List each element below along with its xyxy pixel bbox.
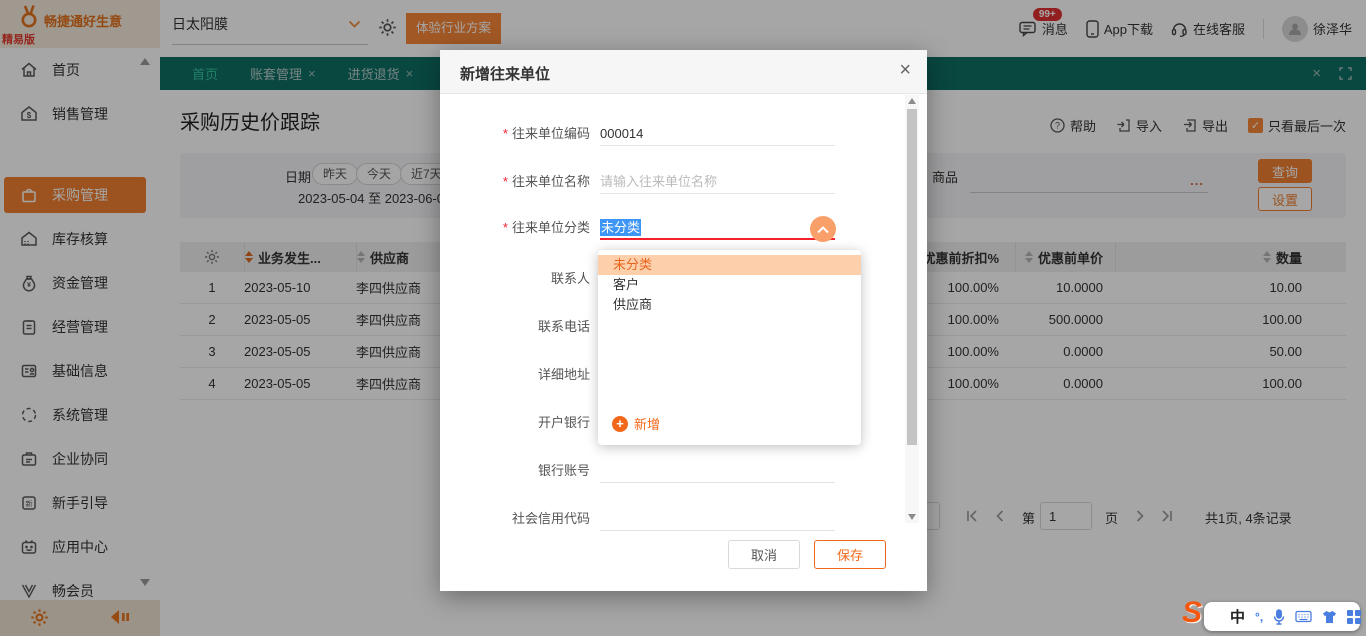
ime-punctuation-icon[interactable]: °, <box>1255 610 1263 624</box>
category-dropdown: 未分类 客户 供应商 + 新增 <box>598 250 861 445</box>
save-button[interactable]: 保存 <box>814 540 886 569</box>
keyboard-icon[interactable] <box>1295 610 1312 623</box>
skin-shirt-icon[interactable] <box>1322 610 1337 624</box>
app: 畅捷通好生意 精易版 日太阳膜 体验行业方案 消息 99+ App下载 在线客服… <box>0 0 1366 636</box>
dropdown-add-button[interactable]: + 新增 <box>612 414 660 433</box>
plus-icon: + <box>612 415 628 432</box>
required-marker: * <box>502 220 508 235</box>
partner-code-input[interactable]: 000014 <box>600 122 835 146</box>
ime-language-toggle[interactable]: 中 <box>1230 606 1245 627</box>
required-marker: * <box>502 174 508 189</box>
required-marker: * <box>502 126 508 141</box>
field-partner-category: * 往来单位分类 未分类 <box>440 216 927 242</box>
add-partner-modal: 新增往来单位 × * 往来单位编码 000014 * 往来单位名称 请输入往来单位名… <box>440 50 927 591</box>
category-collapse-button[interactable] <box>810 216 836 242</box>
sogou-logo-icon[interactable]: S <box>1182 596 1202 630</box>
partner-name-input[interactable]: 请输入往来单位名称 <box>600 170 835 194</box>
ime-menu-grid-icon[interactable] <box>1347 609 1362 624</box>
scroll-down-icon[interactable] <box>908 514 916 520</box>
credit-code-input[interactable] <box>600 507 835 531</box>
field-partner-name: * 往来单位名称 请输入往来单位名称 <box>440 170 927 194</box>
microphone-icon[interactable] <box>1273 608 1285 625</box>
dropdown-option-supplier[interactable]: 供应商 <box>598 295 861 315</box>
selected-text: 未分类 <box>600 219 642 236</box>
modal-close-icon[interactable]: × <box>899 59 911 82</box>
scroll-up-icon[interactable] <box>908 98 916 104</box>
modal-scrollbar[interactable] <box>905 95 919 523</box>
ime-toolbar: S 中 °, <box>1182 596 1362 631</box>
dropdown-option-uncategorized[interactable]: 未分类 <box>598 255 861 275</box>
bank-account-input[interactable] <box>600 459 835 483</box>
partner-category-input[interactable]: 未分类 <box>600 216 835 240</box>
cancel-button[interactable]: 取消 <box>728 540 800 569</box>
field-partner-code: * 往来单位编码 000014 <box>440 122 927 146</box>
field-bank-account: 银行账号 <box>440 459 927 483</box>
dropdown-option-customer[interactable]: 客户 <box>598 275 861 295</box>
scrollbar-thumb[interactable] <box>907 109 917 445</box>
modal-title: 新增往来单位 <box>460 66 551 83</box>
input-placeholder: 请输入往来单位名称 <box>600 174 718 189</box>
field-credit-code: 社会信用代码 <box>440 507 927 531</box>
modal-header: 新增往来单位 × <box>440 50 927 94</box>
